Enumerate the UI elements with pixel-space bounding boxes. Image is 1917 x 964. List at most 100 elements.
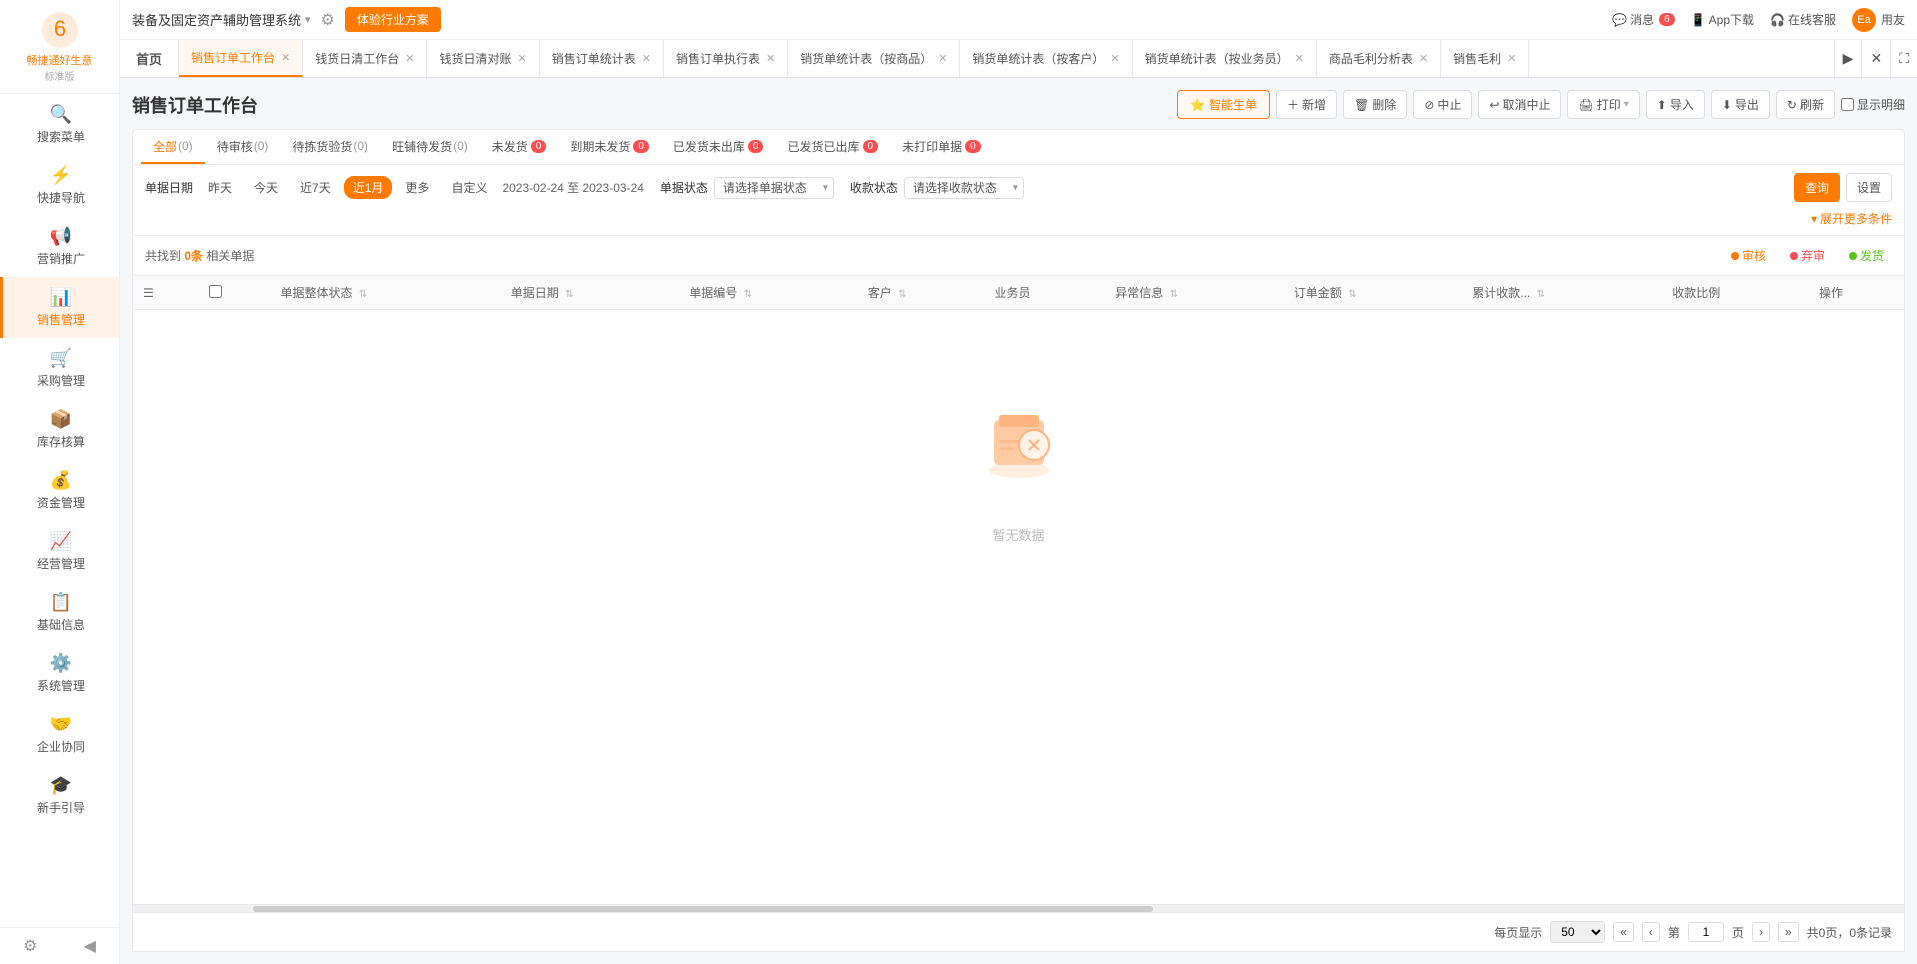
sub-tab-shipped-in[interactable]: 已发货已出库 0 [775, 130, 890, 164]
sub-tab-not-printed[interactable]: 未打印单据 0 [890, 130, 993, 164]
import-btn[interactable]: ⬆ 导入 [1646, 90, 1705, 119]
sidebar-item-quicknav[interactable]: ⚡ 快捷导航 [0, 155, 119, 216]
print-btn[interactable]: 🖨 打印 ▾ [1567, 90, 1639, 119]
sidebar-item-sales[interactable]: 📊 销售管理 [0, 277, 119, 338]
message-btn[interactable]: 💬 消息 6 [1612, 11, 1675, 28]
tab-sales-gross[interactable]: 销售毛利 ✕ [1441, 40, 1529, 77]
query-btn[interactable]: 查询 [1794, 173, 1840, 202]
date-chip-1month[interactable]: 近1月 [344, 176, 393, 199]
col-customer[interactable]: 客户 ⇅ [858, 276, 985, 310]
tab-close-sales-stat-product[interactable]: ✕ [938, 52, 947, 65]
tab-close-sales-stat[interactable]: ✕ [642, 52, 651, 65]
sidebar-item-baseinfo[interactable]: 📋 基础信息 [0, 582, 119, 643]
tab-close-product-margin[interactable]: ✕ [1419, 52, 1428, 65]
next-page-btn[interactable]: › [1752, 922, 1770, 942]
col-date[interactable]: 单据日期 ⇅ [501, 276, 679, 310]
tab-home[interactable]: 首页 [120, 40, 179, 77]
reject-action-btn[interactable]: 弃审 [1782, 244, 1833, 267]
col-config[interactable]: ☰ [133, 276, 199, 310]
col-ratio[interactable]: 收款比例 [1662, 276, 1809, 310]
col-exception[interactable]: 异常信息 ⇅ [1105, 276, 1283, 310]
status-select-wrap[interactable]: 请选择单据状态 [714, 177, 834, 199]
show-detail-checkbox-wrap[interactable]: 显示明细 [1841, 96, 1905, 113]
tab-close-sales-exec[interactable]: ✕ [766, 52, 775, 65]
sub-tab-shipped-not-in[interactable]: 已发货未出库 0 [661, 130, 776, 164]
date-chip-more[interactable]: 更多 [396, 176, 438, 199]
sidebar-item-guide[interactable]: 🎓 新手引导 [0, 765, 119, 826]
config-icon[interactable]: ☰ [143, 286, 154, 300]
horizontal-scrollbar[interactable] [133, 904, 1904, 912]
settings-gear-btn[interactable]: ⚙ [321, 10, 335, 30]
scrollbar-thumb[interactable] [253, 906, 1153, 912]
settings-filter-btn[interactable]: 设置 [1846, 173, 1892, 202]
page-size-select[interactable]: 50 100 [1550, 921, 1605, 943]
select-all-checkbox[interactable] [209, 285, 222, 298]
sub-tab-all[interactable]: 全部 (0) [141, 130, 205, 164]
sidebar-item-operation[interactable]: 📈 经营管理 [0, 521, 119, 582]
tab-nav-more[interactable]: ▶ [1834, 40, 1862, 78]
delete-btn[interactable]: 🗑 删除 [1343, 90, 1407, 119]
col-checkbox[interactable] [199, 276, 270, 310]
last-page-btn[interactable]: » [1778, 922, 1799, 942]
audit-action-btn[interactable]: 审核 [1723, 244, 1774, 267]
cancel-pause-btn[interactable]: ↩ 取消中止 [1478, 90, 1561, 119]
refresh-btn[interactable]: ↻ 刷新 [1776, 90, 1835, 119]
col-amount[interactable]: 订单金额 ⇅ [1284, 276, 1462, 310]
pause-btn[interactable]: ⊘ 中止 [1413, 90, 1472, 119]
sidebar-item-search[interactable]: 🔍 搜索菜单 [0, 94, 119, 155]
settings-bottom-btn[interactable]: ⚙ [23, 936, 37, 956]
col-staff[interactable]: 业务员 [984, 276, 1105, 310]
tab-sales-stat-staff[interactable]: 销货单统计表（按业务员） ✕ [1133, 40, 1317, 77]
tab-close-cash-daily[interactable]: ✕ [405, 52, 414, 65]
sub-tab-overdue[interactable]: 到期未发货 0 [558, 130, 661, 164]
payment-select[interactable]: 请选择收款状态 [904, 177, 1024, 199]
smart-create-btn[interactable]: ⭐ 智能生单 [1177, 90, 1270, 119]
sidebar-item-collab[interactable]: 🤝 企业协同 [0, 704, 119, 765]
table-scroll[interactable]: ☰ 单据整体状态 ⇅ 单据日期 ⇅ [133, 276, 1904, 904]
tab-sales-stat[interactable]: 销售订单统计表 ✕ [540, 40, 664, 77]
tab-sales-stat-product[interactable]: 销货单统计表（按商品） ✕ [788, 40, 960, 77]
tab-sales-workbench[interactable]: 销售订单工作台 ✕ [179, 40, 303, 77]
ship-action-btn[interactable]: 发货 [1841, 244, 1892, 267]
sub-tab-not-shipped[interactable]: 未发货 0 [480, 130, 559, 164]
tab-product-margin[interactable]: 商品毛利分析表 ✕ [1317, 40, 1441, 77]
sidebar-item-sysadmin[interactable]: ⚙️ 系统管理 [0, 643, 119, 704]
tab-nav-fullscreen[interactable]: ⛶ [1890, 40, 1917, 78]
tab-close-sales-workbench[interactable]: ✕ [281, 51, 290, 64]
sidebar-item-finance[interactable]: 💰 资金管理 [0, 460, 119, 521]
prev-page-btn[interactable]: ‹ [1642, 922, 1660, 942]
tab-close-sales-stat-customer[interactable]: ✕ [1110, 52, 1119, 65]
tab-close-sales-gross[interactable]: ✕ [1507, 52, 1516, 65]
sub-tab-pending-review[interactable]: 待审核 (0) [205, 130, 281, 164]
tab-nav-close-all[interactable]: ✕ [1861, 40, 1890, 78]
sidebar-item-inventory[interactable]: 📦 库存核算 [0, 399, 119, 460]
expand-conditions-btn[interactable]: ▾ 展开更多条件 [1811, 210, 1892, 227]
tab-close-cash-reconcile[interactable]: ✕ [518, 52, 527, 65]
sidebar-item-purchase[interactable]: 🛒 采购管理 [0, 338, 119, 399]
export-btn[interactable]: ⬇ 导出 [1711, 90, 1770, 119]
payment-select-wrap[interactable]: 请选择收款状态 [904, 177, 1024, 199]
user-menu-btn[interactable]: Ea 用友 [1852, 8, 1905, 32]
online-service-btn[interactable]: 🎧 在线客服 [1770, 11, 1836, 28]
add-btn[interactable]: ＋ 新增 [1276, 90, 1337, 119]
date-chip-custom[interactable]: 自定义 [442, 176, 496, 199]
status-select[interactable]: 请选择单据状态 [714, 177, 834, 199]
collapse-btn[interactable]: ◀ [84, 936, 96, 956]
date-chip-yesterday[interactable]: 昨天 [199, 176, 241, 199]
trial-button[interactable]: 体验行业方案 [345, 7, 441, 32]
show-detail-checkbox[interactable] [1841, 98, 1854, 111]
date-chip-today[interactable]: 今天 [245, 176, 287, 199]
tab-cash-reconcile[interactable]: 钱货日清对账 ✕ [427, 40, 539, 77]
sidebar-item-marketing[interactable]: 📢 营销推广 [0, 216, 119, 277]
date-chip-7days[interactable]: 近7天 [291, 176, 340, 199]
tab-sales-stat-customer[interactable]: 销货单统计表（按客户） ✕ [960, 40, 1132, 77]
col-status[interactable]: 单据整体状态 ⇅ [271, 276, 501, 310]
col-received[interactable]: 累计收款... ⇅ [1462, 276, 1662, 310]
tab-close-sales-stat-staff[interactable]: ✕ [1295, 52, 1304, 65]
page-input[interactable] [1688, 922, 1724, 942]
tab-cash-daily[interactable]: 钱货日清工作台 ✕ [303, 40, 427, 77]
col-number[interactable]: 单据编号 ⇅ [679, 276, 857, 310]
sub-tab-wangpu[interactable]: 旺铺待发货 (0) [380, 130, 480, 164]
sub-tab-pending-inspect[interactable]: 待拣货验货 (0) [280, 130, 380, 164]
app-download-btn[interactable]: 📱 App下载 [1691, 11, 1754, 28]
